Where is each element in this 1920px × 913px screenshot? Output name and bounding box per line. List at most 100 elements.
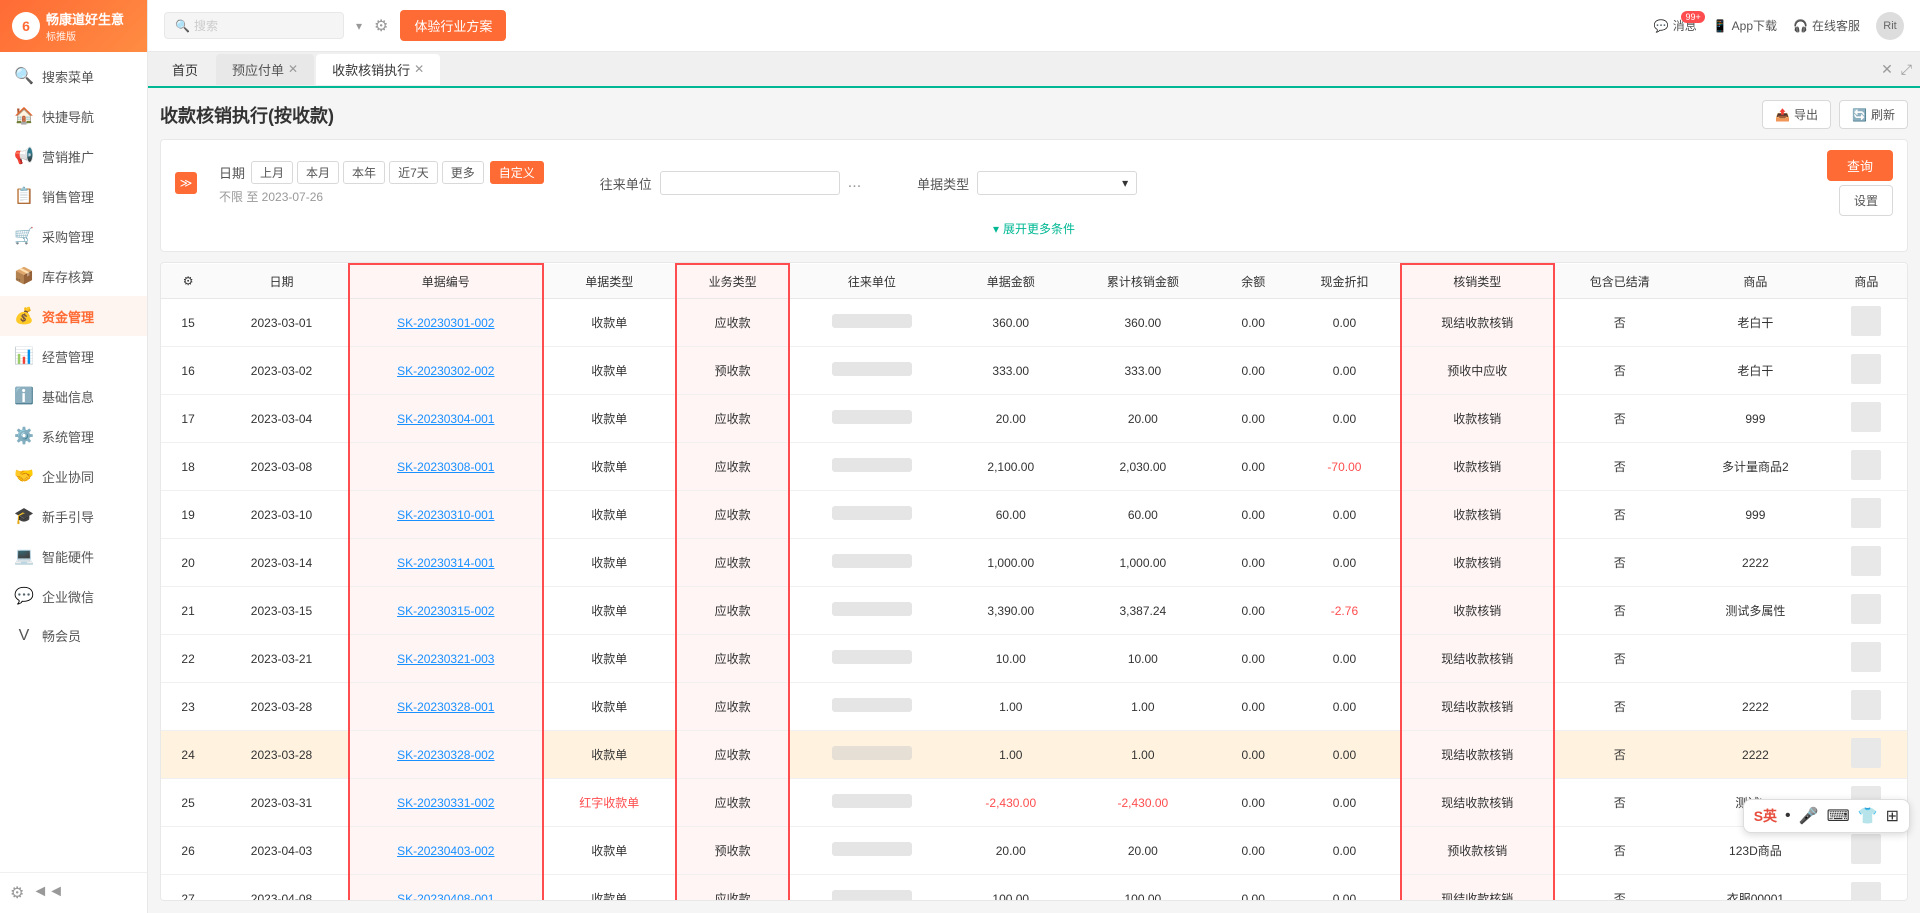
table-cell-11-3: 收款单	[543, 827, 676, 875]
voucher-link-6[interactable]: SK-20230315-002	[397, 604, 494, 618]
table-cell-0-11: 否	[1554, 299, 1686, 347]
table-cell-3-10: 收款核销	[1401, 443, 1554, 491]
table-cell-7-0: 22	[161, 635, 215, 683]
sidebar-item-finance[interactable]: 💰资金管理	[0, 296, 147, 336]
tab-collection[interactable]: 收款核销执行✕	[316, 54, 440, 85]
voucher-link-2[interactable]: SK-20230304-001	[397, 412, 494, 426]
sidebar-label-hardware: 智能硬件	[42, 547, 94, 566]
table-cell-9-12: 2222	[1685, 731, 1826, 779]
sidebar-item-purchase[interactable]: 🛒采购管理	[0, 216, 147, 256]
voucher-link-12[interactable]: SK-20230408-001	[397, 892, 494, 902]
ime-keyboard-icon[interactable]: ⌨	[1827, 806, 1850, 826]
sidebar-item-search[interactable]: 🔍搜索菜单	[0, 56, 147, 96]
filter-date-opt-上月[interactable]: 上月	[251, 161, 293, 184]
voucher-link-9[interactable]: SK-20230328-002	[397, 748, 494, 762]
voucher-link-10[interactable]: SK-20230331-002	[397, 796, 494, 810]
topbar-search[interactable]: 🔍 搜索	[164, 12, 344, 39]
sidebar-item-operation[interactable]: 📊经营管理	[0, 336, 147, 376]
query-button[interactable]: 查询	[1827, 150, 1893, 181]
filter-date-opt-近7天[interactable]: 近7天	[389, 161, 438, 184]
col-header-10: 核销类型	[1401, 264, 1554, 299]
sidebar-item-enterprise[interactable]: 🤝企业协同	[0, 456, 147, 496]
sidebar-icon-quicknav: 🏠	[14, 106, 34, 126]
table-cell-5-2: SK-20230314-001	[349, 539, 543, 587]
tab-home[interactable]: 首页	[156, 54, 214, 85]
sidebar-label-system: 系统管理	[42, 427, 94, 446]
voucher-link-1[interactable]: SK-20230302-002	[397, 364, 494, 378]
filter-date-opt-本年[interactable]: 本年	[343, 161, 385, 184]
table-cell-5-10: 收款核销	[1401, 539, 1554, 587]
table-cell-1-13	[1826, 347, 1907, 395]
refresh-button[interactable]: 🔄 刷新	[1839, 100, 1908, 129]
sidebar-item-hardware[interactable]: 💻智能硬件	[0, 536, 147, 576]
table-cell-7-5	[789, 635, 953, 683]
voucher-link-8[interactable]: SK-20230328-001	[397, 700, 494, 714]
tab-close-payable[interactable]: ✕	[288, 62, 298, 76]
tab-fullscreen-icon[interactable]: ⤢	[1901, 61, 1912, 78]
voucher-link-11[interactable]: SK-20230403-002	[397, 844, 494, 858]
voucher-type-select[interactable]: ▾	[977, 171, 1137, 195]
solution-button[interactable]: 体验行业方案	[400, 10, 506, 41]
ime-grid-icon[interactable]: ⊞	[1886, 806, 1899, 826]
col-header-4: 业务类型	[676, 264, 790, 299]
table-cell-1-11: 否	[1554, 347, 1686, 395]
topbar-dropdown-arrow[interactable]: ▾	[356, 19, 362, 33]
voucher-link-7[interactable]: SK-20230321-003	[397, 652, 494, 666]
user-avatar[interactable]: Rit	[1876, 12, 1904, 40]
sidebar-item-guide[interactable]: 🎓新手引导	[0, 496, 147, 536]
table-cell-12-8: 0.00	[1218, 875, 1289, 902]
table-cell-6-2: SK-20230315-002	[349, 587, 543, 635]
voucher-link-0[interactable]: SK-20230301-002	[397, 316, 494, 330]
table-cell-6-11: 否	[1554, 587, 1686, 635]
table-row: 192023-03-10SK-20230310-001收款单应收款60.0060…	[161, 491, 1907, 539]
sidebar-icon-sales: 📋	[14, 186, 34, 206]
sidebar-settings-icon[interactable]: ⚙	[10, 883, 24, 903]
table-col-settings-icon[interactable]: ⚙	[183, 274, 194, 288]
table-cell-12-12: 衣服00001	[1685, 875, 1826, 902]
counterpart-input[interactable]	[660, 171, 840, 195]
sidebar-item-inventory[interactable]: 📦库存核算	[0, 256, 147, 296]
table-cell-4-3: 收款单	[543, 491, 676, 539]
table-cell-12-2: SK-20230408-001	[349, 875, 543, 902]
voucher-link-5[interactable]: SK-20230314-001	[397, 556, 494, 570]
tab-payable[interactable]: 预应付单✕	[216, 54, 314, 85]
filter-dots[interactable]: ...	[848, 174, 861, 192]
filter-settings-button[interactable]: 设置	[1839, 185, 1893, 216]
filter-expand-button[interactable]: ≫	[175, 172, 197, 194]
sidebar-item-sales[interactable]: 📋销售管理	[0, 176, 147, 216]
ime-dot-icon[interactable]: •	[1785, 807, 1791, 825]
table-cell-7-12	[1685, 635, 1826, 683]
col-header-13: 商品	[1826, 264, 1907, 299]
sidebar-item-basic[interactable]: ℹ️基础信息	[0, 376, 147, 416]
topbar-messages[interactable]: 💬 消息 99+	[1654, 17, 1697, 34]
filter-custom-date-button[interactable]: 自定义	[490, 161, 544, 184]
table-cell-7-10: 现结收款核销	[1401, 635, 1554, 683]
filter-date-opt-本月[interactable]: 本月	[297, 161, 339, 184]
sidebar-item-wechat[interactable]: 💬企业微信	[0, 576, 147, 616]
sidebar-item-member[interactable]: V畅会员	[0, 616, 147, 655]
tab-close-all-icon[interactable]: ✕	[1881, 61, 1893, 78]
ime-shirt-icon[interactable]: 👕	[1858, 806, 1878, 826]
sidebar-icon-wechat: 💬	[14, 586, 34, 606]
sidebar-icon-purchase: 🛒	[14, 226, 34, 246]
sidebar-collapse-icon[interactable]: ◄◄	[32, 883, 64, 903]
topbar-online-service[interactable]: 🎧 在线客服	[1793, 17, 1860, 34]
export-button[interactable]: 📤 导出	[1762, 100, 1831, 129]
ime-toolbar: S英 • 🎤 ⌨ 👕 ⊞	[1743, 799, 1910, 833]
sidebar-item-marketing[interactable]: 📢营销推广	[0, 136, 147, 176]
ime-mic-icon[interactable]: 🎤	[1799, 806, 1819, 826]
voucher-link-4[interactable]: SK-20230310-001	[397, 508, 494, 522]
sidebar-item-system[interactable]: ⚙️系统管理	[0, 416, 147, 456]
topbar-app-download[interactable]: 📱 App下载	[1713, 17, 1777, 34]
filter-expand-more-row[interactable]: ▾ 展开更多条件	[175, 216, 1893, 241]
table-cell-0-2: SK-20230301-002	[349, 299, 543, 347]
table-cell-3-3: 收款单	[543, 443, 676, 491]
topbar-gear-icon[interactable]: ⚙	[374, 16, 388, 36]
filter-date-opt-更多[interactable]: 更多	[442, 161, 484, 184]
sidebar-item-quicknav[interactable]: 🏠快捷导航	[0, 96, 147, 136]
tab-close-collection[interactable]: ✕	[414, 62, 424, 76]
tabs-right-controls: ✕ ⤢	[1881, 61, 1912, 78]
table-cell-3-2: SK-20230308-001	[349, 443, 543, 491]
voucher-link-3[interactable]: SK-20230308-001	[397, 460, 494, 474]
table-row: 172023-03-04SK-20230304-001收款单应收款20.0020…	[161, 395, 1907, 443]
